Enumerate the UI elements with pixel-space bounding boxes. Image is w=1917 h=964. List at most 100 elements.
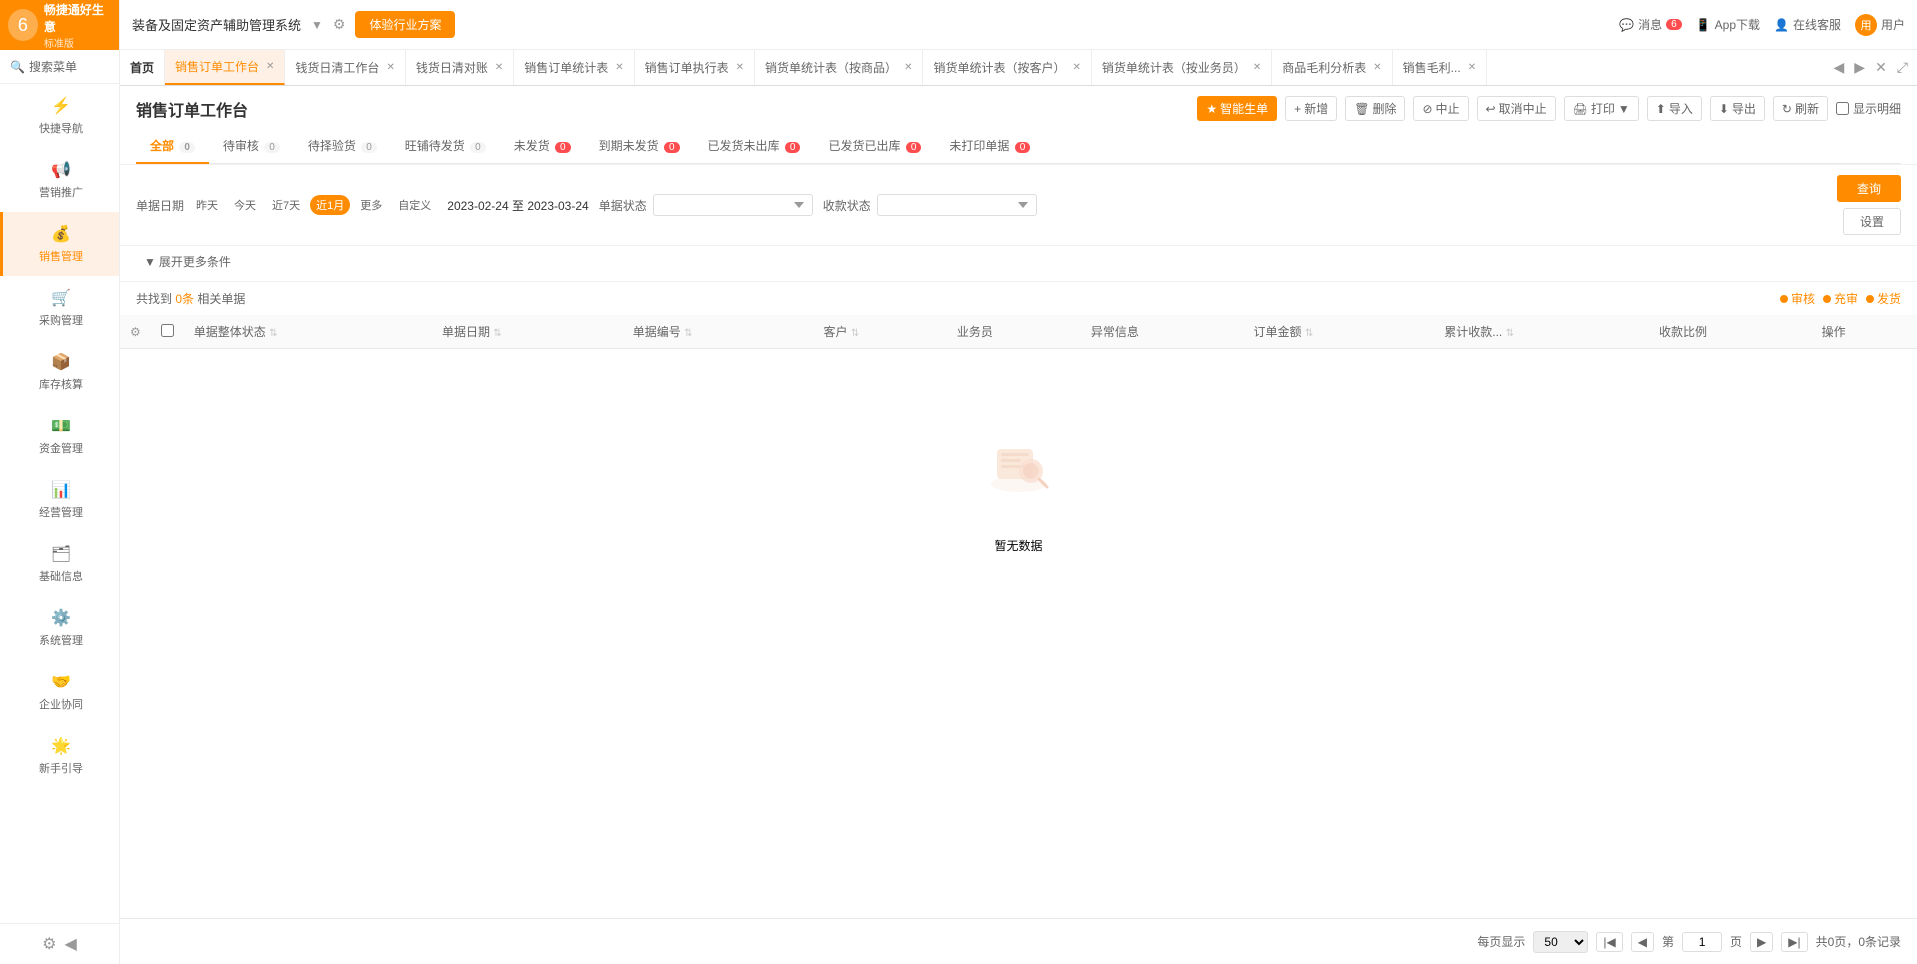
tab-goods-stats-close[interactable]: ✕: [904, 62, 912, 73]
tab-home[interactable]: 首页: [120, 50, 165, 85]
sidebar-item-enterprise[interactable]: 🤝 企业协同: [0, 660, 119, 724]
col-date[interactable]: 单据日期 ⇅: [432, 315, 623, 349]
date-btn-1month[interactable]: 近1月: [310, 195, 350, 215]
tab-sales-person-stats[interactable]: 销货单统计表（按业务员） ✕: [1092, 50, 1272, 85]
print-icon: 🖨: [1573, 102, 1588, 116]
expand-btn[interactable]: ▼ 展开更多条件: [136, 250, 1901, 273]
filter-status-select[interactable]: [653, 194, 813, 216]
date-btn-more[interactable]: 更多: [354, 195, 388, 215]
date-btn-custom[interactable]: 自定义: [392, 195, 437, 215]
topbar-gear-icon[interactable]: ⚙: [333, 16, 346, 33]
tab-sales-exec-close[interactable]: ✕: [736, 62, 744, 73]
stop-btn[interactable]: ⊘ 中止: [1413, 96, 1468, 121]
filter-actions: 查询 设置: [1837, 175, 1901, 235]
delete-btn[interactable]: 🗑 删除: [1345, 96, 1405, 121]
col-settings[interactable]: ⚙: [120, 315, 151, 349]
filter-payment-select[interactable]: [877, 194, 1037, 216]
tab-sales-workbench[interactable]: 销售订单工作台 ✕: [165, 50, 285, 85]
page-next-btn[interactable]: ▶: [1750, 932, 1773, 952]
sub-tab-shipped-not-out[interactable]: 已发货未出库 0: [694, 129, 815, 164]
inventory-icon: 📦: [51, 352, 71, 372]
col-amount[interactable]: 订单金额 ⇅: [1244, 315, 1435, 349]
new-btn[interactable]: + 新增: [1285, 96, 1337, 121]
review-action-btn[interactable]: 审核: [1780, 290, 1815, 307]
sub-tab-not-shipped[interactable]: 未发货 0: [500, 129, 585, 164]
refresh-btn[interactable]: ↻ 刷新: [1773, 96, 1828, 121]
export-btn[interactable]: ⬇ 导出: [1710, 96, 1765, 121]
sidebar-item-finance[interactable]: 💵 资金管理: [0, 404, 119, 468]
tab-fullscreen-btn[interactable]: ⤢: [1894, 59, 1911, 76]
sidebar-item-guide[interactable]: 🌟 新手引导: [0, 724, 119, 788]
show-detail-checkbox-label[interactable]: 显示明细: [1836, 100, 1901, 117]
sidebar-item-purchase[interactable]: 🛒 采购管理: [0, 276, 119, 340]
un-review-action-btn[interactable]: 充审: [1823, 290, 1858, 307]
tab-customer-stats-close[interactable]: ✕: [1072, 62, 1080, 73]
col-exception: 异常信息: [1081, 315, 1244, 349]
page-number-input[interactable]: [1682, 932, 1722, 952]
col-collected[interactable]: 累计收款... ⇅: [1434, 315, 1649, 349]
message-btn[interactable]: 💬 消息 6: [1619, 16, 1682, 33]
page-prev-btn[interactable]: ◀: [1631, 932, 1654, 952]
per-page-select[interactable]: 50 100 200: [1533, 931, 1588, 953]
sidebar-item-shortcut[interactable]: ⚡ 快捷导航: [0, 84, 119, 148]
col-checkbox[interactable]: [151, 315, 184, 349]
page-first-btn[interactable]: |◀: [1596, 932, 1622, 952]
ship-action-btn[interactable]: 发货: [1866, 290, 1901, 307]
sidebar-item-marketing[interactable]: 📢 营销推广: [0, 148, 119, 212]
sidebar-item-base[interactable]: 🗂 基础信息: [0, 532, 119, 596]
tab-cash-daily[interactable]: 钱货日清工作台 ✕: [285, 50, 405, 85]
sidebar-item-system[interactable]: ⚙️ 系统管理: [0, 596, 119, 660]
tab-cash-reconcile[interactable]: 钱货日清对账 ✕: [406, 50, 514, 85]
date-btn-today[interactable]: 今天: [228, 195, 262, 215]
industry-btn[interactable]: 体验行业方案: [355, 11, 455, 38]
tab-sales-gross[interactable]: 销售毛利... ✕: [1393, 50, 1487, 85]
tab-sales-exec[interactable]: 销售订单执行表 ✕: [635, 50, 755, 85]
tab-customer-stats[interactable]: 销货单统计表（按客户） ✕: [923, 50, 1091, 85]
settings-icon[interactable]: ⚙: [42, 934, 56, 954]
sub-tab-overdue-not-shipped[interactable]: 到期未发货 0: [585, 129, 694, 164]
sidebar-item-sales[interactable]: 💰 销售管理: [0, 212, 119, 276]
tab-close-all-btn[interactable]: ✕: [1872, 59, 1890, 76]
user-btn[interactable]: 用 用户: [1855, 14, 1905, 36]
sidebar-search[interactable]: 🔍 搜索菜单: [0, 50, 119, 84]
select-all-checkbox[interactable]: [161, 324, 174, 337]
show-detail-checkbox[interactable]: [1836, 102, 1849, 115]
tab-next-btn[interactable]: ▶: [1851, 59, 1868, 76]
date-btn-yesterday[interactable]: 昨天: [190, 195, 224, 215]
print-btn[interactable]: 🖨 打印 ▼: [1564, 96, 1639, 121]
tab-goods-stats[interactable]: 销货单统计表（按商品） ✕: [755, 50, 923, 85]
tab-sales-stats-label: 销售订单统计表: [524, 59, 608, 76]
sidebar-item-operations[interactable]: 📊 经营管理: [0, 468, 119, 532]
sub-tab-not-printed[interactable]: 未打印单据 0: [935, 129, 1044, 164]
cancel-stop-btn[interactable]: ↩ 取消中止: [1477, 96, 1556, 121]
app-download-btn[interactable]: 📱 App下载: [1696, 16, 1760, 33]
col-number[interactable]: 单据编号 ⇅: [623, 315, 814, 349]
sub-tab-all[interactable]: 全部 0: [136, 129, 209, 164]
tab-sales-workbench-close[interactable]: ✕: [266, 61, 274, 72]
smart-create-btn[interactable]: ★ 智能生单: [1197, 96, 1277, 121]
set-btn[interactable]: 设置: [1843, 208, 1901, 235]
date-btn-7days[interactable]: 近7天: [266, 195, 306, 215]
query-btn[interactable]: 查询: [1837, 175, 1901, 202]
tab-sales-person-stats-close[interactable]: ✕: [1253, 62, 1261, 73]
tab-prev-btn[interactable]: ◀: [1831, 59, 1848, 76]
col-status[interactable]: 单据整体状态 ⇅: [184, 315, 432, 349]
tab-gross-profit-close[interactable]: ✕: [1373, 62, 1381, 73]
tab-cash-daily-close[interactable]: ✕: [386, 62, 394, 73]
sub-tab-pending-inspect[interactable]: 待择验货 0: [294, 129, 391, 164]
import-btn[interactable]: ⬆ 导入: [1647, 96, 1702, 121]
tab-sales-stats-close[interactable]: ✕: [615, 62, 623, 73]
tab-cash-reconcile-close[interactable]: ✕: [495, 62, 503, 73]
col-customer[interactable]: 客户 ⇅: [813, 315, 946, 349]
sub-tab-pending-review[interactable]: 待审核 0: [209, 129, 294, 164]
page-last-btn[interactable]: ▶|: [1781, 932, 1807, 952]
collapse-icon[interactable]: ◀: [65, 934, 77, 954]
tab-sales-stats[interactable]: 销售订单统计表 ✕: [514, 50, 634, 85]
tab-gross-profit[interactable]: 商品毛利分析表 ✕: [1272, 50, 1392, 85]
sidebar-item-inventory[interactable]: 📦 库存核算: [0, 340, 119, 404]
sidebar-item-label: 营销推广: [39, 184, 83, 200]
online-service-btn[interactable]: 👤 在线客服: [1774, 16, 1841, 33]
sub-tab-shop-pending[interactable]: 旺铺待发货 0: [391, 129, 500, 164]
sub-tab-shipped-out[interactable]: 已发货已出库 0: [814, 129, 935, 164]
tab-sales-gross-close[interactable]: ✕: [1468, 62, 1476, 73]
